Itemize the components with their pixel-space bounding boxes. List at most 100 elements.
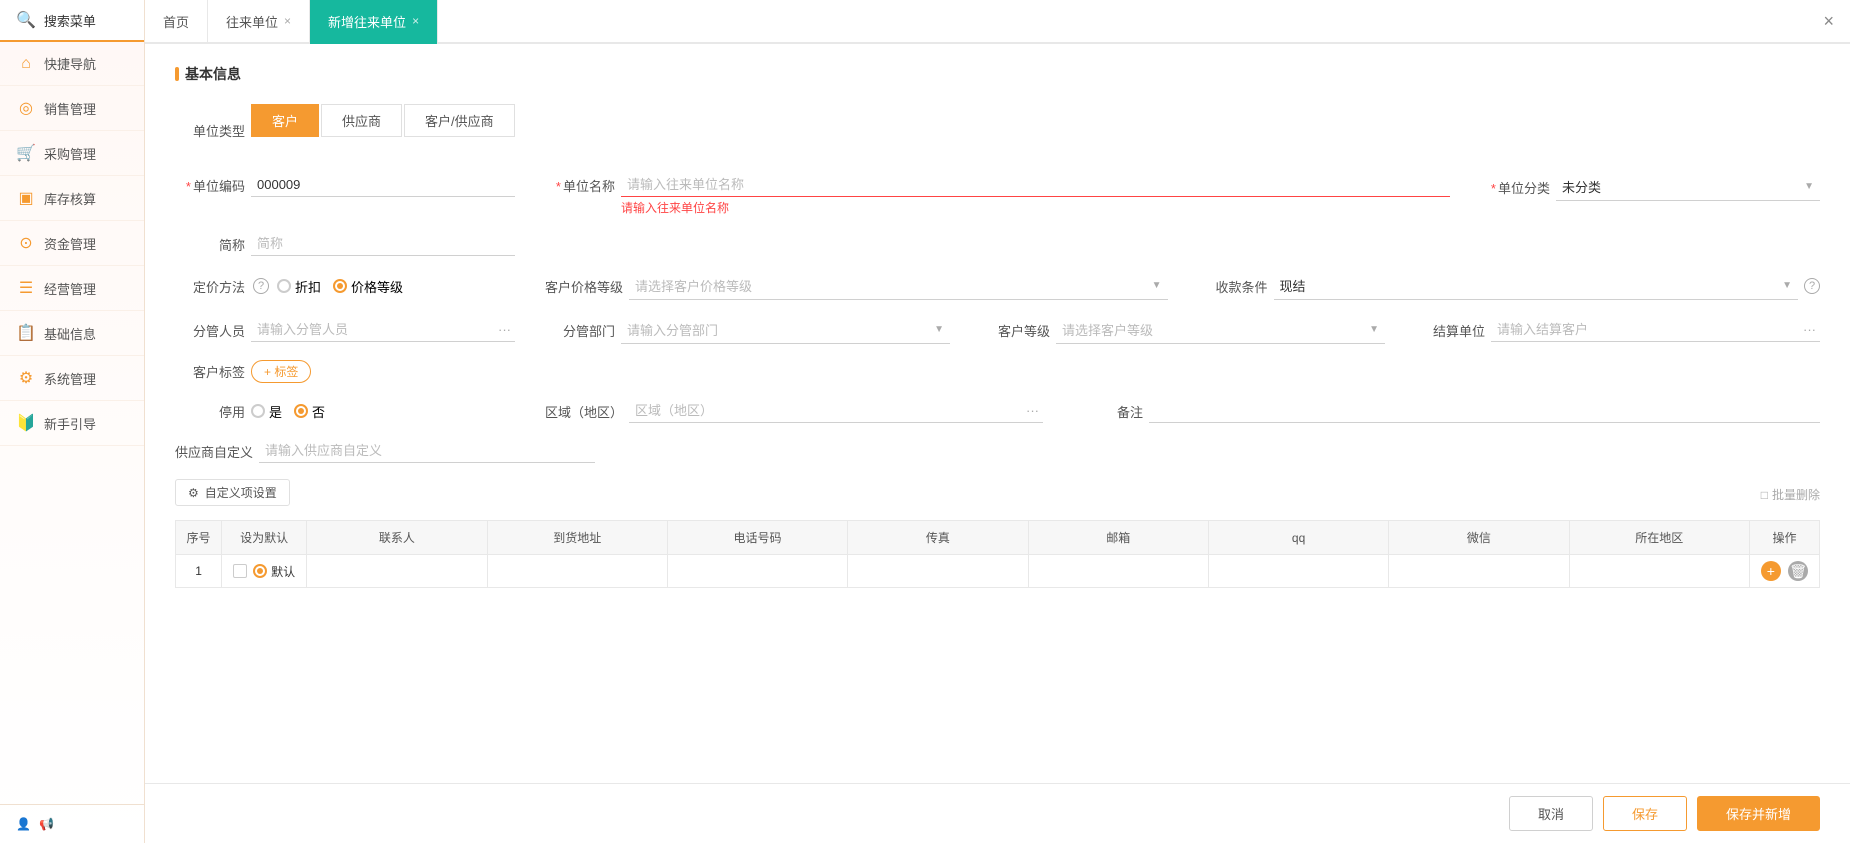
cell-action: + 🗑 — [1749, 555, 1819, 588]
cell-fax[interactable] — [848, 555, 1028, 588]
row-code-name-category: 单位编码 单位名称 请输入往来单位名称 单位分类 未分类 ▼ — [175, 173, 1820, 216]
remark-input[interactable] — [1149, 399, 1820, 423]
cell-wechat[interactable] — [1389, 555, 1569, 588]
cell-qq[interactable] — [1208, 555, 1388, 588]
contacts-table: 序号 设为默认 联系人 到货地址 电话号码 传真 邮箱 qq 微信 所在地区 操… — [175, 520, 1820, 588]
row-checkbox[interactable] — [233, 564, 247, 578]
radio-yes[interactable]: 是 — [251, 402, 282, 421]
region-cell-input[interactable] — [1580, 564, 1739, 578]
sidebar-item-newbie[interactable]: 🔰 新手引导 — [0, 401, 144, 446]
cell-phone[interactable] — [667, 555, 847, 588]
sidebar-label-finance: 资金管理 — [44, 234, 96, 253]
radio-price-level[interactable]: 价格等级 — [333, 277, 403, 296]
col-action: 操作 — [1749, 521, 1819, 555]
batch-delete-button[interactable]: □ 批量删除 — [1761, 486, 1820, 503]
chevron-down-icon5: ▼ — [1369, 324, 1379, 335]
region-input[interactable] — [629, 399, 1018, 422]
add-row-button[interactable]: + — [1761, 561, 1781, 581]
sidebar-item-finance[interactable]: ⊙ 资金管理 — [0, 221, 144, 266]
wechat-input[interactable] — [1399, 564, 1558, 578]
settlement-more-btn[interactable]: ··· — [1799, 322, 1820, 337]
payment-terms-select[interactable]: 现结 ▼ — [1274, 272, 1799, 300]
unit-name-input[interactable] — [621, 173, 1450, 197]
radio-yes-circle — [251, 404, 265, 418]
type-buttons-group: 客户 供应商 客户/供应商 — [251, 104, 515, 137]
tab-partners-close[interactable]: × — [284, 15, 291, 27]
radio-no-label: 否 — [312, 402, 325, 421]
payment-terms-field: 收款条件 现结 ▼ ? — [1198, 272, 1821, 300]
add-tag-button[interactable]: + 标签 — [251, 360, 311, 383]
payment-help-icon[interactable]: ? — [1804, 278, 1820, 294]
sidebar-item-ops-mgmt[interactable]: ☰ 经营管理 — [0, 266, 144, 311]
supplier-custom-input[interactable] — [259, 439, 595, 463]
short-name-input[interactable] — [251, 232, 515, 256]
del-row-button[interactable]: 🗑 — [1788, 561, 1808, 581]
table-header-row: 序号 设为默认 联系人 到货地址 电话号码 传真 邮箱 qq 微信 所在地区 操… — [176, 521, 1820, 555]
save-button[interactable]: 保存 — [1603, 796, 1687, 831]
unit-code-input[interactable] — [251, 173, 515, 197]
email-input[interactable] — [1039, 564, 1198, 578]
row-pricing: 定价方法 ? 折扣 价格等级 客户价格等级 请选择客户价格等级 — [175, 272, 1820, 300]
radio-discount[interactable]: 折扣 — [277, 277, 321, 296]
search-icon: 🔍 — [16, 10, 36, 30]
unit-name-error-msg: 请输入往来单位名称 — [621, 199, 1450, 216]
customer-price-select[interactable]: 请选择客户价格等级 ▼ — [629, 272, 1167, 300]
short-name-field: 简称 — [175, 232, 515, 256]
settlement-input[interactable] — [1491, 318, 1795, 341]
payment-terms-label: 收款条件 — [1198, 277, 1268, 296]
customer-price-field: 客户价格等级 请选择客户价格等级 ▼ — [545, 272, 1168, 300]
save-new-button[interactable]: 保存并新增 — [1697, 796, 1820, 831]
window-close-button[interactable]: × — [1807, 11, 1850, 32]
unit-category-select[interactable]: 未分类 ▼ — [1556, 173, 1820, 201]
sidebar-bottom: 👤 📢 — [0, 804, 144, 843]
sidebar-item-sys-mgmt[interactable]: ⚙ 系统管理 — [0, 356, 144, 401]
row-default-radio-circle — [253, 564, 267, 578]
region-more-btn[interactable]: ··· — [1022, 403, 1043, 418]
tab-new-partner[interactable]: 新增往来单位 × — [310, 0, 438, 42]
manager-more-btn[interactable]: ··· — [494, 322, 515, 337]
phone-input[interactable] — [678, 564, 837, 578]
home-icon: ⌂ — [16, 55, 36, 73]
manager-input[interactable] — [251, 318, 490, 341]
user-icon[interactable]: 👤 — [16, 817, 31, 831]
custom-settings-button[interactable]: ⚙ 自定义项设置 — [175, 479, 290, 506]
dept-select[interactable]: 请输入分管部门 ▼ — [621, 316, 950, 344]
batch-delete-icon: □ — [1761, 488, 1768, 502]
contact-input[interactable] — [317, 564, 476, 578]
customer-level-select[interactable]: 请选择客户等级 ▼ — [1056, 316, 1385, 344]
tab-new-partner-close[interactable]: × — [412, 15, 419, 27]
tab-partners[interactable]: 往来单位 × — [208, 0, 310, 42]
notify-icon[interactable]: 📢 — [39, 817, 54, 831]
sidebar-item-basic-info[interactable]: 📋 基础信息 — [0, 311, 144, 356]
sidebar-item-inventory[interactable]: ▣ 库存核算 — [0, 176, 144, 221]
row-supplier-custom: 供应商自定义 — [175, 439, 1820, 463]
address-input[interactable] — [498, 564, 657, 578]
region-label: 区域（地区） — [545, 402, 623, 421]
sidebar-item-quick-nav[interactable]: ⌂ 快捷导航 — [0, 42, 144, 86]
row-short-name: 简称 — [175, 232, 1820, 256]
qq-input[interactable] — [1219, 564, 1378, 578]
tab-bar: 首页 往来单位 × 新增往来单位 × × — [145, 0, 1850, 44]
type-btn-supplier[interactable]: 供应商 — [321, 104, 402, 137]
pricing-help-icon[interactable]: ? — [253, 278, 269, 294]
sidebar-item-sales-mgmt[interactable]: ◎ 销售管理 — [0, 86, 144, 131]
type-btn-customer[interactable]: 客户 — [251, 104, 319, 137]
cell-address[interactable] — [487, 555, 667, 588]
radio-no[interactable]: 否 — [294, 402, 325, 421]
fax-input[interactable] — [858, 564, 1017, 578]
sidebar-item-purchase-mgmt[interactable]: 🛒 采购管理 — [0, 131, 144, 176]
type-btn-both[interactable]: 客户/供应商 — [404, 104, 515, 137]
sidebar-search[interactable]: 🔍 搜索菜单 — [0, 0, 144, 42]
chevron-down-icon2: ▼ — [1152, 280, 1162, 291]
tab-home[interactable]: 首页 — [145, 0, 208, 42]
col-contact: 联系人 — [307, 521, 487, 555]
cell-contact[interactable] — [307, 555, 487, 588]
col-phone: 电话号码 — [667, 521, 847, 555]
cell-email[interactable] — [1028, 555, 1208, 588]
row-default-radio[interactable]: 默认 — [253, 563, 295, 580]
cancel-button[interactable]: 取消 — [1509, 796, 1593, 831]
col-email: 邮箱 — [1028, 521, 1208, 555]
cell-region[interactable] — [1569, 555, 1749, 588]
short-name-label: 简称 — [175, 235, 245, 254]
tab-home-label: 首页 — [163, 12, 189, 31]
